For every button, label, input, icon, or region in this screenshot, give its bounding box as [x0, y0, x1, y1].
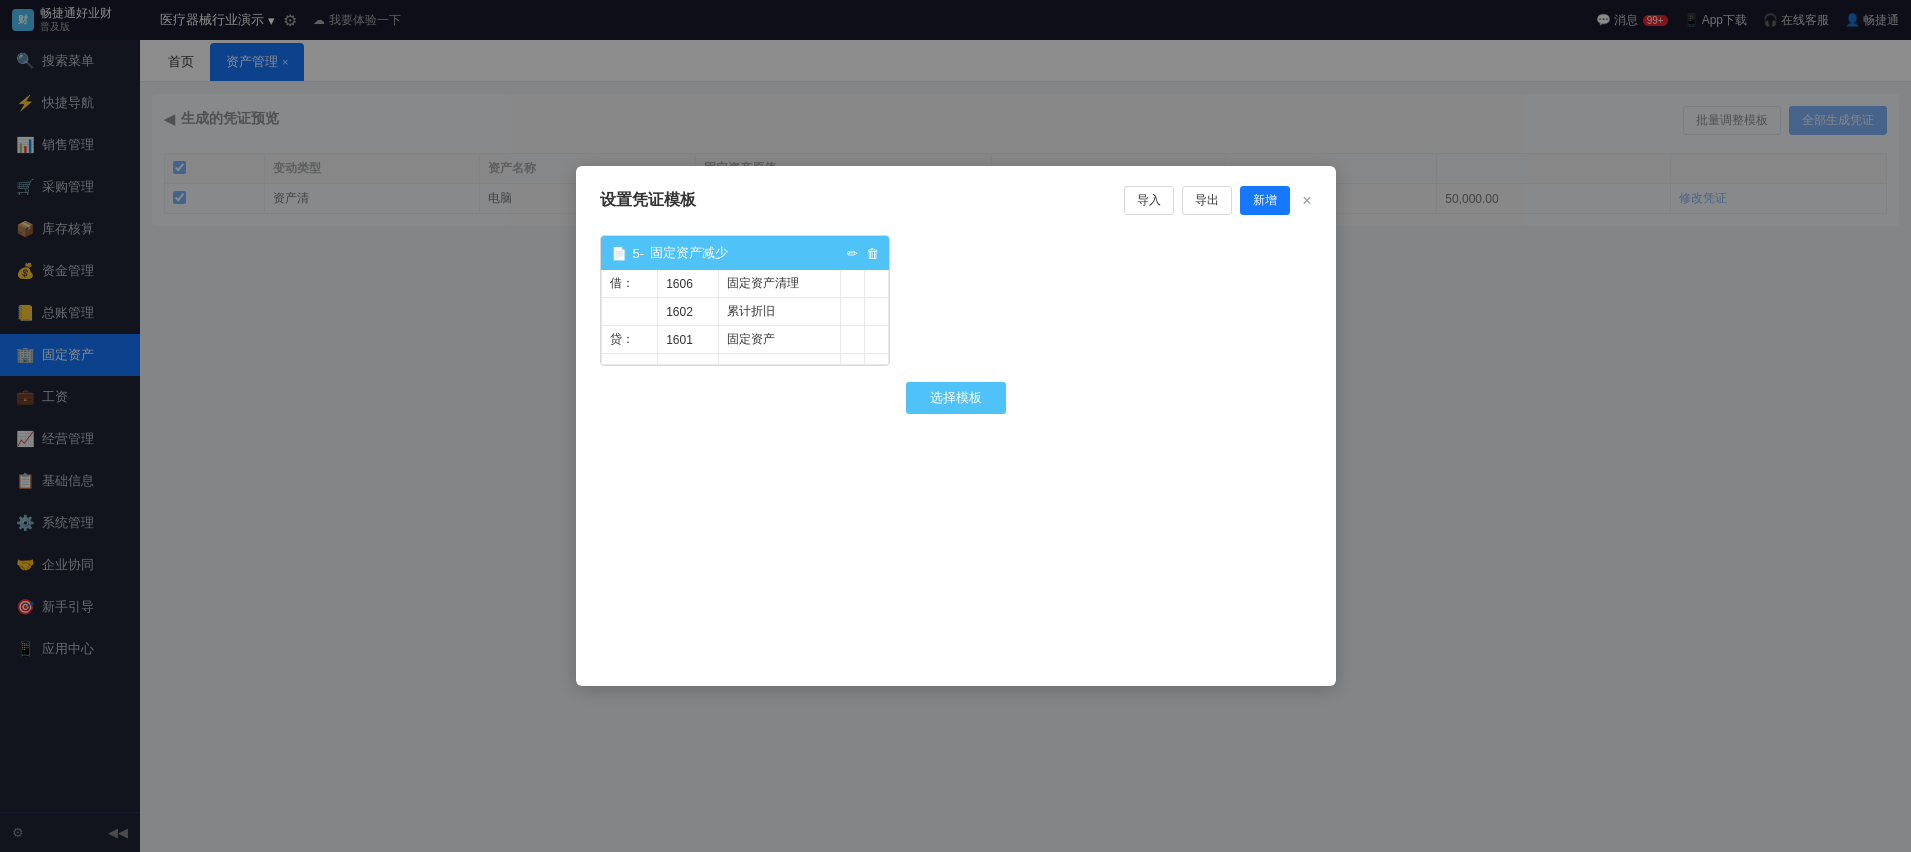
- import-button[interactable]: 导入: [1124, 186, 1174, 215]
- template-table: 借： 1606 固定资产清理 1602: [601, 270, 889, 365]
- template-row: 1602 累计折旧: [601, 298, 888, 326]
- entry-type: [601, 354, 658, 365]
- export-button[interactable]: 导出: [1182, 186, 1232, 215]
- debit-val: [841, 354, 864, 365]
- content-area: 首页 资产管理 × ◀ 生成的凭证预览 批量调整模板 全部生成凭证: [140, 40, 1911, 852]
- entry-type: 贷：: [601, 326, 658, 354]
- account-name: 固定资产: [718, 326, 841, 354]
- credit-val: [864, 354, 888, 365]
- new-template-button[interactable]: 新增: [1240, 186, 1290, 215]
- modal-header: 设置凭证模板 导入 导出 新增 ×: [600, 186, 1312, 215]
- template-row: 贷： 1601 固定资产: [601, 326, 888, 354]
- account-code: 1601: [658, 326, 718, 354]
- debit-val: [841, 270, 864, 298]
- entry-type: 借：: [601, 270, 658, 298]
- template-doc-icon: 📄: [611, 246, 627, 261]
- account-name: 累计折旧: [718, 298, 841, 326]
- template-name: 固定资产减少: [650, 244, 728, 262]
- template-row: [601, 354, 888, 365]
- set-voucher-template-modal: 设置凭证模板 导入 导出 新增 ×: [576, 166, 1336, 686]
- template-id: 5-: [633, 246, 645, 261]
- credit-val: [864, 326, 888, 354]
- card-actions: ✏ 🗑: [847, 246, 879, 261]
- account-code: [658, 354, 718, 365]
- modal-title: 设置凭证模板: [600, 190, 696, 211]
- debit-val: [841, 298, 864, 326]
- edit-template-icon[interactable]: ✏: [847, 246, 858, 261]
- modal-body: 📄 5- 固定资产减少 ✏ 🗑: [600, 235, 1312, 615]
- template-card-body: 借： 1606 固定资产清理 1602: [601, 270, 889, 365]
- delete-template-icon[interactable]: 🗑: [866, 246, 879, 261]
- entry-type: [601, 298, 658, 326]
- template-card-header: 📄 5- 固定资产减少 ✏ 🗑: [601, 236, 889, 270]
- template-card: 📄 5- 固定资产减少 ✏ 🗑: [600, 235, 890, 366]
- account-name: 固定资产清理: [718, 270, 841, 298]
- modal-actions: 导入 导出 新增: [1124, 186, 1290, 215]
- account-code: 1606: [658, 270, 718, 298]
- credit-val: [864, 270, 888, 298]
- modal-close-button[interactable]: ×: [1302, 193, 1311, 209]
- card-title-area: 📄 5- 固定资产减少: [611, 244, 729, 262]
- account-name: [718, 354, 841, 365]
- page-content: ◀ 生成的凭证预览 批量调整模板 全部生成凭证 变动类型 资产名称: [140, 82, 1911, 852]
- modal-overlay: 设置凭证模板 导入 导出 新增 ×: [140, 82, 1911, 852]
- select-template-button[interactable]: 选择模板: [906, 382, 1006, 414]
- main-layout: 🔍 搜索菜单 ⚡ 快捷导航 📊 销售管理 🛒 采购管理 📦 库存核算 💰: [0, 40, 1911, 852]
- credit-val: [864, 298, 888, 326]
- account-code: 1602: [658, 298, 718, 326]
- template-row: 借： 1606 固定资产清理: [601, 270, 888, 298]
- debit-val: [841, 326, 864, 354]
